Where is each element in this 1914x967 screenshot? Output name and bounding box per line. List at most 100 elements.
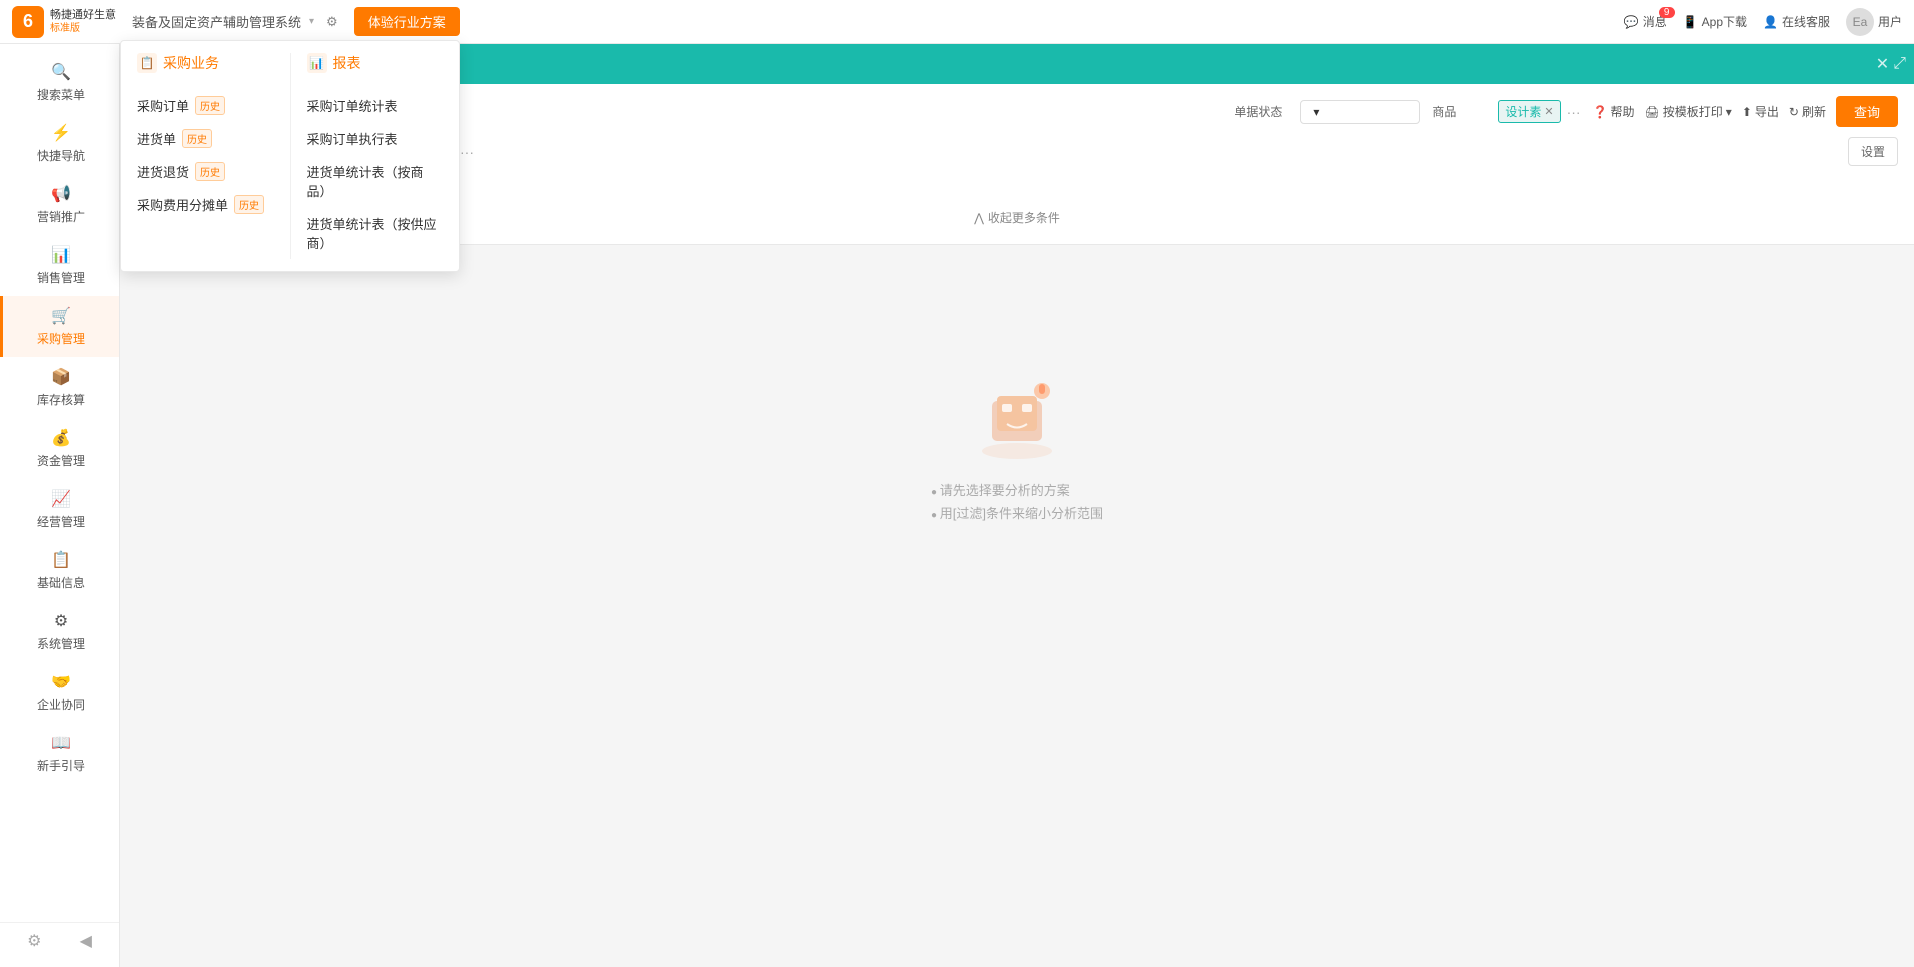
tab-bar-right: ✕ ⤢ xyxy=(1876,54,1914,74)
salesman-more-btn[interactable]: ··· xyxy=(460,144,474,160)
sidebar-item-purchase[interactable]: 🛒 采购管理 xyxy=(0,296,119,357)
sidebar-item-system[interactable]: ⚙ 系统管理 xyxy=(0,601,119,662)
receipt-hist-badge: 历史 xyxy=(182,129,212,148)
print-btn[interactable]: 🖨 按模板打印 ▾ xyxy=(1645,103,1732,120)
sys-name: 装备及固定资产辅助管理系统 xyxy=(132,12,301,31)
export-btn[interactable]: ⬆ 导出 xyxy=(1742,103,1779,120)
expense-label: 采购费用分摊单 xyxy=(137,195,228,214)
sidebar-item-search[interactable]: 🔍 搜索菜单 xyxy=(0,52,119,113)
product-label: 商品 xyxy=(1432,103,1492,120)
help-icon: ❓ xyxy=(1593,105,1608,119)
logo-line2: 标准版 xyxy=(50,22,116,35)
sidebar-item-operations[interactable]: 📈 经营管理 xyxy=(0,479,119,540)
sidebar-item-sales[interactable]: 📊 销售管理 xyxy=(0,235,119,296)
marketing-icon: 📢 xyxy=(51,184,71,204)
dropdown-item-po-stat[interactable]: 采购订单统计表 xyxy=(307,89,444,122)
sidebar-label-operations: 经营管理 xyxy=(37,513,85,530)
quicknav-icon: ⚡ xyxy=(51,123,71,143)
sidebar-label-inventory: 库存核算 xyxy=(37,391,85,408)
up-arrow-icon: ⋀ xyxy=(974,211,984,225)
guide-icon: 📖 xyxy=(51,733,71,753)
app-download-label: App下载 xyxy=(1702,13,1747,30)
top-header: 6 畅捷通好生意 标准版 装备及固定资产辅助管理系统 ▾ ⚙ 体验行业方案 💬 … xyxy=(0,0,1914,44)
print-arrow: ▾ xyxy=(1726,105,1732,119)
sidebar-collapse-btn[interactable]: ◀ xyxy=(80,931,92,951)
service-label: 在线客服 xyxy=(1782,13,1830,30)
search-menu-icon: 🔍 xyxy=(51,62,71,82)
empty-tip-1: 请先选择要分析的方案 xyxy=(931,478,1103,501)
app-download-btn[interactable]: 📱 App下载 xyxy=(1683,13,1747,30)
export-icon: ⬆ xyxy=(1742,105,1752,119)
empty-tip-2: 用[过滤]条件来缩小分析范围 xyxy=(931,501,1103,524)
user-btn[interactable]: Ea 用户 xyxy=(1846,8,1902,36)
refresh-label: 刷新 xyxy=(1802,103,1826,120)
notification-btn[interactable]: 💬 消息 9 xyxy=(1624,13,1667,30)
dropdown-item-receipt-supplier[interactable]: 进货单统计表（按供应商） xyxy=(307,207,444,259)
header-settings-icon[interactable]: ⚙ xyxy=(326,14,338,30)
industry-btn[interactable]: 体验行业方案 xyxy=(354,7,460,36)
status-select-arrow: ▾ xyxy=(1313,105,1319,119)
notification-badge: 9 xyxy=(1659,7,1675,18)
help-btn[interactable]: ❓ 帮助 xyxy=(1593,103,1635,120)
dropdown-col-report-title: 📊 报表 xyxy=(307,53,444,79)
sys-dropdown-arrow[interactable]: ▾ xyxy=(309,16,314,27)
empty-state: 请先选择要分析的方案 用[过滤]条件来缩小分析范围 xyxy=(120,245,1914,645)
enterprise-icon: 🤝 xyxy=(51,672,71,692)
dropdown-item-po-exec[interactable]: 采购订单执行表 xyxy=(307,122,444,155)
sidebar-settings-btn[interactable]: ⚙ xyxy=(27,931,41,951)
report-col-label: 报表 xyxy=(333,53,361,73)
sales-icon: 📊 xyxy=(51,245,71,265)
po-stat-label: 采购订单统计表 xyxy=(307,96,398,115)
dropdown-item-receipt-product[interactable]: 进货单统计表（按商品） xyxy=(307,155,444,207)
sidebar-label-guide: 新手引导 xyxy=(37,757,85,774)
collapse-label: 收起更多条件 xyxy=(988,209,1060,226)
finance-icon: 💰 xyxy=(51,428,71,448)
sidebar-item-enterprise[interactable]: 🤝 企业协同 xyxy=(0,662,119,723)
business-col-icon: 📋 xyxy=(137,53,157,73)
po-exec-label: 采购订单执行表 xyxy=(307,129,398,148)
purchase-icon: 🛒 xyxy=(51,306,71,326)
dropdown-item-receipt[interactable]: 进货单 历史 xyxy=(137,122,274,155)
sidebar-label-system: 系统管理 xyxy=(37,635,85,652)
sidebar-label-quicknav: 快捷导航 xyxy=(37,147,85,164)
dropdown-col-report: 📊 报表 采购订单统计表 采购订单执行表 进货单统计表（按商品） 进货单统计表（… xyxy=(290,53,460,259)
online-service-btn[interactable]: 👤 在线客服 xyxy=(1763,13,1830,30)
empty-illustration xyxy=(967,366,1067,466)
sidebar-item-finance[interactable]: 💰 资金管理 xyxy=(0,418,119,479)
status-label: 单据状态 xyxy=(1234,103,1294,120)
sidebar-item-basic-info[interactable]: 📋 基础信息 xyxy=(0,540,119,601)
sidebar-bottom: ⚙ ◀ xyxy=(0,922,119,959)
product-more-btn[interactable]: ··· xyxy=(1567,104,1581,120)
sidebar-item-inventory[interactable]: 📦 库存核算 xyxy=(0,357,119,418)
sidebar-item-quicknav[interactable]: ⚡ 快捷导航 xyxy=(0,113,119,174)
dropdown-item-expense[interactable]: 采购费用分摊单 历史 xyxy=(137,188,274,221)
export-label: 导出 xyxy=(1755,103,1779,120)
query-btn[interactable]: 查询 xyxy=(1836,96,1898,127)
sidebar-item-guide[interactable]: 📖 新手引导 xyxy=(0,723,119,784)
expense-hist-badge: 历史 xyxy=(234,195,264,214)
tab-close-all-btn[interactable]: ✕ xyxy=(1876,54,1889,74)
tab-expand-btn[interactable]: ⤢ xyxy=(1893,55,1906,73)
sidebar-item-marketing[interactable]: 📢 营销推广 xyxy=(0,174,119,235)
status-select[interactable]: ▾ xyxy=(1300,100,1420,124)
dropdown-columns: 📋 采购业务 采购订单 历史 进货单 历史 进货退货 历史 采购费用分摊单 历史 xyxy=(121,53,459,259)
dropdown-item-return[interactable]: 进货退货 历史 xyxy=(137,155,274,188)
app-icon: 📱 xyxy=(1683,15,1698,29)
settings-btn-area: 设置 xyxy=(1848,137,1898,166)
service-icon: 👤 xyxy=(1763,15,1778,29)
logo-icon: 6 xyxy=(12,6,44,38)
sidebar-label-search: 搜索菜单 xyxy=(37,86,85,103)
sidebar-label-purchase: 采购管理 xyxy=(37,330,85,347)
sidebar-label-finance: 资金管理 xyxy=(37,452,85,469)
status-filter-area: 单据状态 ▾ xyxy=(1234,100,1420,124)
product-tag-remove[interactable]: ✕ xyxy=(1544,105,1553,118)
sidebar-label-basicinfo: 基础信息 xyxy=(37,574,85,591)
print-icon: 🖨 xyxy=(1645,105,1660,119)
dropdown-item-po[interactable]: 采购订单 历史 xyxy=(137,89,274,122)
sidebar-label-marketing: 营销推广 xyxy=(37,208,85,225)
empty-tips: 请先选择要分析的方案 用[过滤]条件来缩小分析范围 xyxy=(931,478,1103,524)
logo-line1: 畅捷通好生意 xyxy=(50,8,116,22)
refresh-btn[interactable]: ↻ 刷新 xyxy=(1789,103,1826,120)
settings-sm-btn[interactable]: 设置 xyxy=(1848,137,1898,166)
logo-area: 6 畅捷通好生意 标准版 xyxy=(12,6,132,38)
